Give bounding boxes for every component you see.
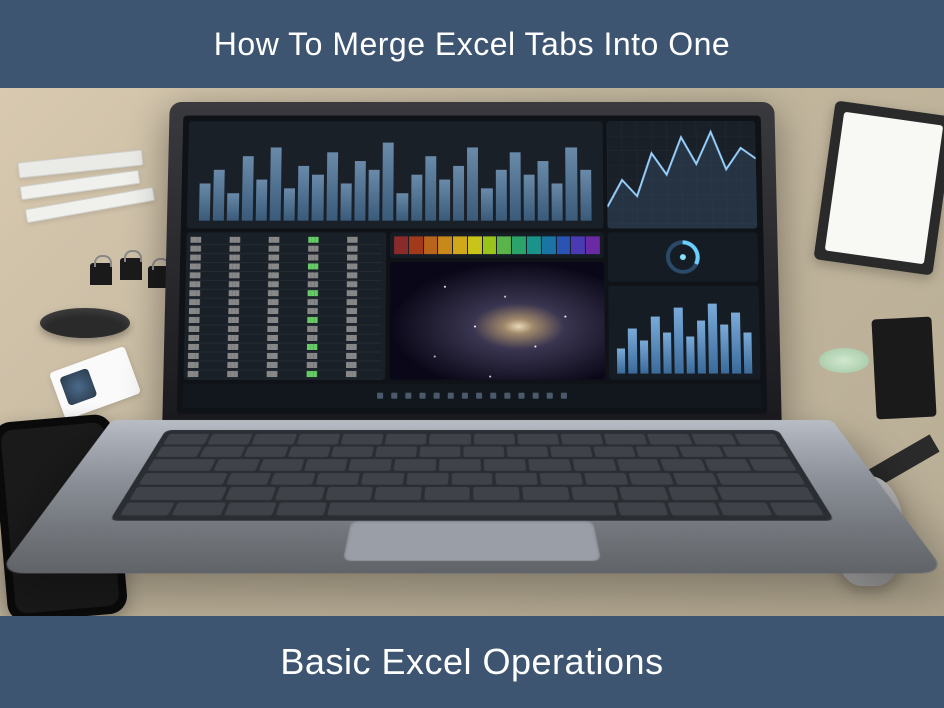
screen-gauge <box>608 232 759 281</box>
screen-data-table: ████████████████████████████████████████… <box>183 232 386 379</box>
laptop-trackpad <box>343 521 601 561</box>
screen-toolbar <box>183 384 761 408</box>
screen-line-chart <box>607 121 758 228</box>
notepad <box>813 100 944 275</box>
footer-title: Basic Excel Operations <box>280 641 663 683</box>
footer-banner: Basic Excel Operations <box>0 616 944 708</box>
laptop-lid: ████████████████████████████████████████… <box>162 102 782 428</box>
laptop-screen: ████████████████████████████████████████… <box>177 116 768 414</box>
screen-color-spectrum <box>390 232 604 258</box>
laptop-base <box>0 420 944 573</box>
calculator <box>871 316 936 419</box>
screen-galaxy-image <box>389 262 605 380</box>
header-banner: How To Merge Excel Tabs Into One <box>0 0 944 88</box>
laptop-keyboard <box>110 430 835 521</box>
screen-bar-chart-top <box>187 121 604 228</box>
header-title: How To Merge Excel Tabs Into One <box>214 26 730 63</box>
screen-bar-chart-right <box>608 286 760 380</box>
laptop: ████████████████████████████████████████… <box>112 98 832 608</box>
hero-image: ████████████████████████████████████████… <box>0 88 944 616</box>
